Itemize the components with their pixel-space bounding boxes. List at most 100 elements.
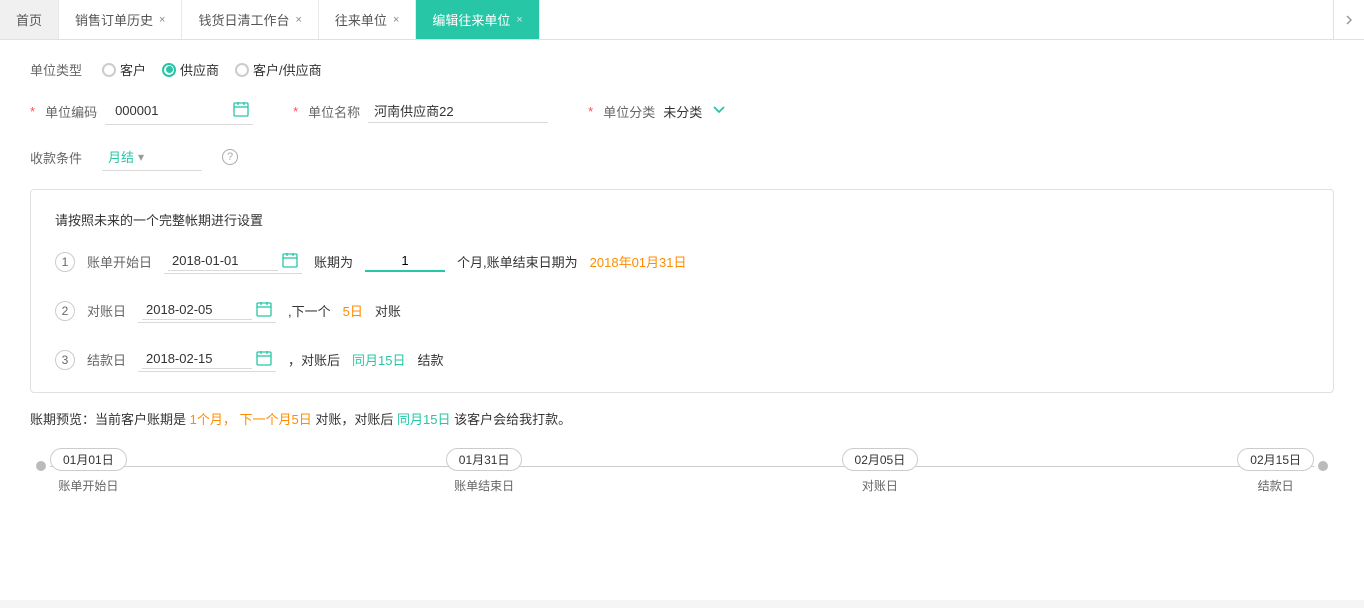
- tab-overflow-arrow[interactable]: [1333, 0, 1364, 39]
- unit-category-value: 未分类: [663, 102, 702, 121]
- radio-customer[interactable]: 客户: [102, 60, 146, 79]
- timeline-item-1: 01月01日 账单开始日: [50, 448, 127, 494]
- step-3-label: 结款日: [87, 350, 126, 369]
- preview-end: 该客户会给我打款。: [454, 412, 571, 427]
- period-section: 请按照未来的一个完整帐期进行设置 1 账单开始日 账期为 个月,账单结束日期为: [30, 189, 1334, 393]
- timeline-end-dot: [1318, 461, 1328, 471]
- timeline-label-3: 对账日: [862, 477, 898, 494]
- timeline-badge-1: 01月01日: [50, 448, 127, 471]
- timeline-badge-4: 02月15日: [1237, 448, 1314, 471]
- timeline-label-2: 账单结束日: [454, 477, 514, 494]
- radio-supplier-circle: [162, 63, 176, 77]
- tab-cash-work-label: 钱货日清工作台: [198, 10, 289, 29]
- payment-select[interactable]: 月结 ▾: [102, 143, 202, 171]
- step-3-desc-prefix: ，对账后: [288, 350, 340, 369]
- step-2-num: 2: [55, 301, 75, 321]
- step-3-calendar-icon[interactable]: [256, 350, 272, 369]
- unit-name-star: *: [293, 104, 298, 119]
- unit-category-label: 单位分类: [603, 102, 655, 121]
- unit-code-star: *: [30, 104, 35, 119]
- payment-row: 收款条件 月结 ▾ ?: [30, 143, 1334, 171]
- payment-help-icon[interactable]: ?: [222, 149, 238, 165]
- unit-name-label: 单位名称: [308, 102, 360, 121]
- tab-sales-history[interactable]: 销售订单历史 ×: [59, 0, 182, 39]
- tab-home-label: 首页: [16, 10, 42, 29]
- payment-value: 月结: [108, 147, 134, 166]
- step-2-highlight: 5日: [343, 301, 363, 320]
- unit-code-group: * 单位编码: [30, 97, 253, 125]
- payment-dropdown-icon: ▾: [138, 150, 144, 164]
- unit-info-row: * 单位编码 * 单位名称 *: [30, 97, 1334, 125]
- preview-mid: 对账，对账后: [315, 412, 393, 427]
- tab-cash-work-close[interactable]: ×: [295, 14, 301, 26]
- step-1-period-unit: 个月,账单结束日期为: [457, 252, 578, 271]
- tab-sales-history-close[interactable]: ×: [159, 14, 165, 26]
- unit-type-label: 单位类型: [30, 60, 82, 79]
- radio-both-circle: [235, 63, 249, 77]
- step-3-row: 3 结款日 ，对账后 同月15日 结款: [55, 347, 1309, 372]
- tab-sales-history-label: 销售订单历史: [75, 10, 153, 29]
- unit-category-star: *: [588, 104, 593, 119]
- step-3-highlight: 同月15日: [352, 350, 405, 369]
- step-2-date-input[interactable]: [142, 300, 252, 320]
- radio-supplier[interactable]: 供应商: [162, 60, 219, 79]
- tab-home[interactable]: 首页: [0, 0, 59, 39]
- step-3-date-input[interactable]: [142, 349, 252, 369]
- step-2-row: 2 对账日 ,下一个 5日 对账: [55, 298, 1309, 323]
- timeline-badge-3: 02月05日: [842, 448, 919, 471]
- step-2-label: 对账日: [87, 301, 126, 320]
- unit-category-group: * 单位分类 未分类: [588, 100, 728, 123]
- tab-edit-partner-label: 编辑往来单位: [432, 10, 510, 29]
- unit-type-radio-group: 客户 供应商 客户/供应商: [102, 60, 322, 79]
- preview-label: 账期预览：当前客户账期是: [30, 412, 186, 427]
- step-1-label: 账单开始日: [87, 252, 152, 271]
- timeline-item-3: 02月05日 对账日: [842, 448, 919, 494]
- section-title: 请按照未来的一个完整帐期进行设置: [55, 210, 1309, 229]
- tab-edit-partner[interactable]: 编辑往来单位 ×: [416, 0, 539, 39]
- timeline-container: 01月01日 账单开始日 01月31日 账单结束日 02月05日 对账日 02月…: [30, 448, 1334, 494]
- preview-p2: 下一个月5日: [240, 412, 312, 427]
- step-1-period-label: 账期为: [314, 252, 353, 271]
- timeline-item-4: 02月15日 结款日: [1237, 448, 1314, 494]
- preview-text: 账期预览：当前客户账期是 1个月， 下一个月5日 对账，对账后 同月15日 该客…: [30, 409, 1334, 428]
- radio-both-label: 客户/供应商: [253, 60, 322, 79]
- unit-code-input-wrap: [105, 97, 253, 125]
- tab-bar: 首页 销售订单历史 × 钱货日清工作台 × 往来单位 × 编辑往来单位 ×: [0, 0, 1364, 40]
- timeline-start-dot: [36, 461, 46, 471]
- step-1-date-wrap: [164, 249, 302, 274]
- preview-p3: 同月15日: [397, 412, 450, 427]
- step-1-num: 1: [55, 252, 75, 272]
- timeline-label-4: 结款日: [1258, 477, 1294, 494]
- timeline-item-2: 01月31日 账单结束日: [446, 448, 523, 494]
- step-1-period-input[interactable]: [365, 251, 445, 272]
- unit-name-input[interactable]: [368, 99, 548, 123]
- radio-customer-label: 客户: [120, 60, 146, 79]
- step-2-desc-suffix: 对账: [375, 301, 401, 320]
- tab-cash-work[interactable]: 钱货日清工作台 ×: [182, 0, 318, 39]
- unit-category-select[interactable]: 未分类: [663, 100, 728, 123]
- unit-code-picker-icon[interactable]: [233, 101, 249, 120]
- step-1-end-date: 2018年01月31日: [590, 252, 687, 271]
- step-2-date-wrap: [138, 298, 276, 323]
- tab-partner[interactable]: 往来单位 ×: [319, 0, 416, 39]
- step-1-row: 1 账单开始日 账期为 个月,账单结束日期为 2018年01月31日: [55, 249, 1309, 274]
- step-3-desc-suffix: 结款: [418, 350, 444, 369]
- step-1-calendar-icon[interactable]: [282, 252, 298, 271]
- timeline-items: 01月01日 账单开始日 01月31日 账单结束日 02月05日 对账日 02月…: [50, 448, 1314, 494]
- timeline-label-1: 账单开始日: [58, 477, 118, 494]
- timeline-badge-2: 01月31日: [446, 448, 523, 471]
- payment-label: 收款条件: [30, 148, 82, 167]
- tab-partner-close[interactable]: ×: [393, 14, 399, 26]
- unit-code-input[interactable]: [109, 99, 229, 122]
- step-1-date-input[interactable]: [168, 251, 278, 271]
- step-3-num: 3: [55, 350, 75, 370]
- tab-partner-label: 往来单位: [335, 10, 387, 29]
- category-dropdown-icon[interactable]: [710, 100, 728, 123]
- radio-supplier-label: 供应商: [180, 60, 219, 79]
- step-3-date-wrap: [138, 347, 276, 372]
- unit-type-row: 单位类型 客户 供应商 客户/供应商: [30, 60, 1334, 79]
- tab-edit-partner-close[interactable]: ×: [516, 14, 522, 26]
- radio-customer-circle: [102, 63, 116, 77]
- radio-both[interactable]: 客户/供应商: [235, 60, 322, 79]
- step-2-calendar-icon[interactable]: [256, 301, 272, 320]
